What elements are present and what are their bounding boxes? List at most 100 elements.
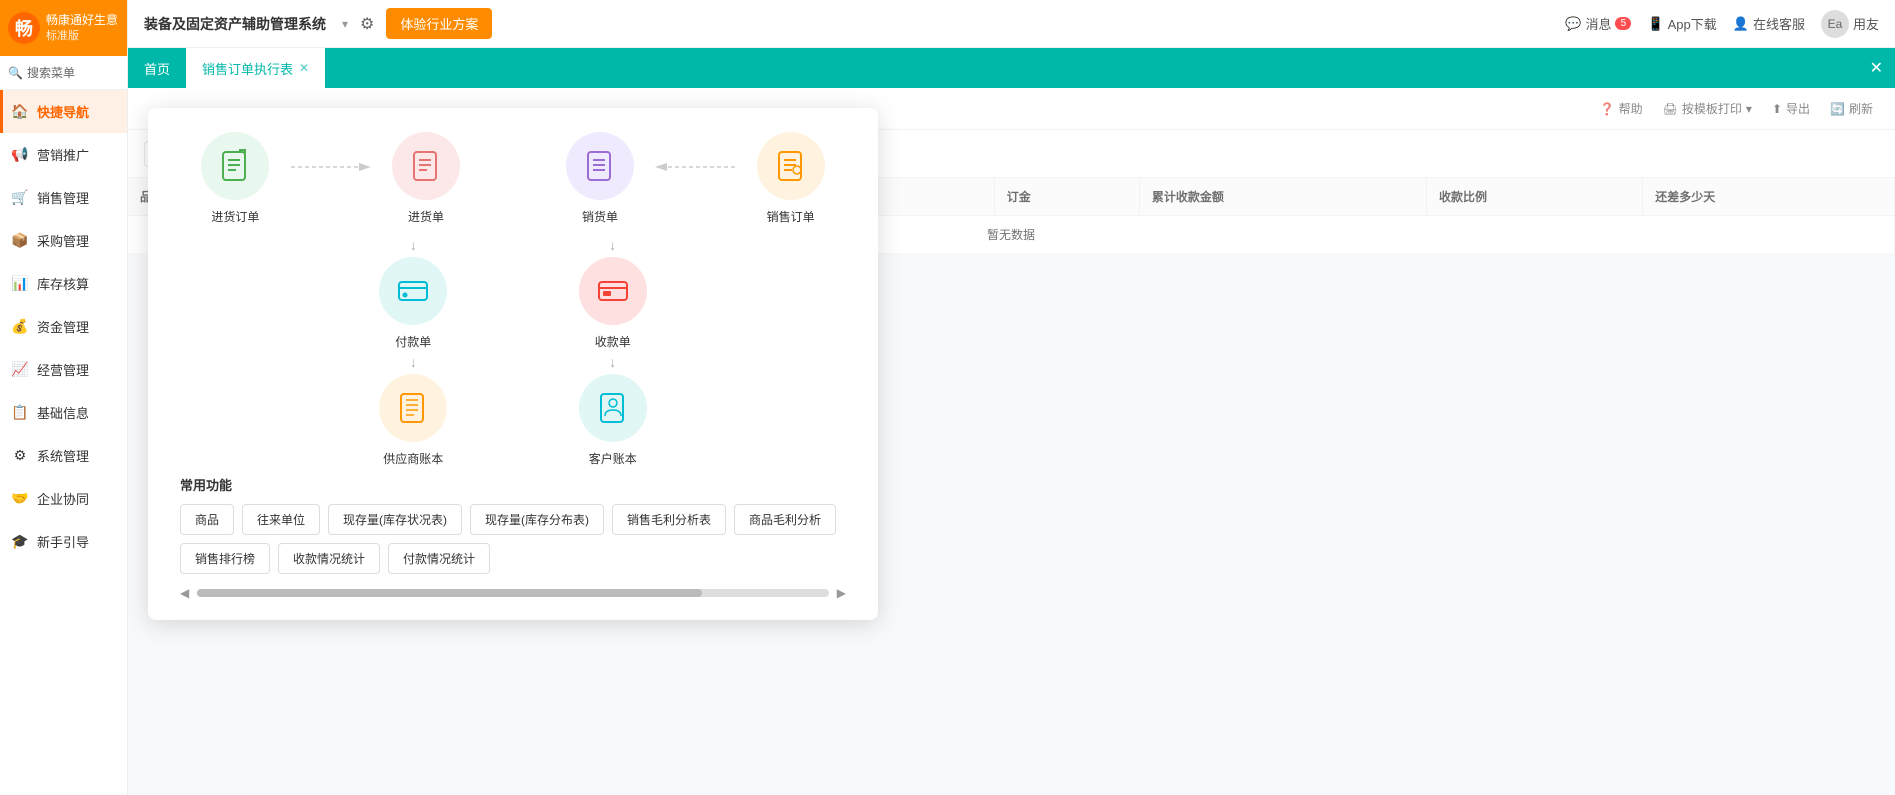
sidebar-item-label: 库存核算 bbox=[37, 274, 89, 293]
sidebar-item-marketing[interactable]: 📢 营销推广 bbox=[0, 133, 127, 176]
tab-home[interactable]: 首页 bbox=[128, 48, 186, 88]
func-btn-sales-gross[interactable]: 销售毛利分析表 bbox=[612, 504, 726, 535]
sales-order-label: 销售订单 bbox=[767, 208, 815, 225]
flow-purchase-order[interactable]: 进货订单 bbox=[180, 132, 291, 225]
func-btn-sales-rank[interactable]: 销售排行榜 bbox=[180, 543, 270, 574]
basic-info-icon: 📋 bbox=[11, 404, 29, 422]
receipt-bill-label: 收款单 bbox=[595, 333, 631, 350]
tab-bar: 首页 销售订单执行表 ✕ ✕ bbox=[128, 48, 1895, 88]
purchase-bill-label: 进货单 bbox=[408, 208, 444, 225]
sales-order-circle bbox=[757, 132, 825, 200]
func-btn-payment-stats[interactable]: 付款情况统计 bbox=[388, 543, 490, 574]
app-download-label: App下载 bbox=[1668, 14, 1717, 33]
sidebar-item-label: 快捷导航 bbox=[37, 102, 89, 121]
sidebar-item-label: 销售管理 bbox=[37, 188, 89, 207]
sidebar-item-sales[interactable]: 🛒 销售管理 bbox=[0, 176, 127, 219]
sidebar-search[interactable]: 🔍 搜索菜单 bbox=[0, 56, 127, 90]
sidebar-nav: 🏠 快捷导航 📢 营销推广 🛒 销售管理 📦 采购管理 📊 库存核算 💰 bbox=[0, 90, 127, 795]
scroll-thumb bbox=[197, 589, 702, 597]
sidebar-item-inventory[interactable]: 📊 库存核算 bbox=[0, 262, 127, 305]
scroll-left-icon[interactable]: ◀ bbox=[180, 586, 189, 600]
enterprise-icon: 🤝 bbox=[11, 490, 29, 508]
sidebar-item-label: 新手引导 bbox=[37, 532, 89, 551]
sidebar-item-quick-nav[interactable]: 🏠 快捷导航 bbox=[0, 90, 127, 133]
message-label: 消息 bbox=[1585, 14, 1611, 33]
func-btn-goods-gross[interactable]: 商品毛利分析 bbox=[734, 504, 836, 535]
func-btn-stock-dist[interactable]: 现存量(库存分布表) bbox=[470, 504, 604, 535]
scroll-right-icon[interactable]: ▶ bbox=[837, 586, 846, 600]
tab-close-icon[interactable]: ✕ bbox=[299, 61, 309, 75]
sidebar-item-finance[interactable]: 💰 资金管理 bbox=[0, 305, 127, 348]
sidebar-item-label: 营销推广 bbox=[37, 145, 89, 164]
sidebar-item-label: 企业协同 bbox=[37, 489, 89, 508]
flow-purchase-bill[interactable]: 进货单 bbox=[371, 132, 482, 225]
down-arrow-payment: ↓ bbox=[410, 354, 417, 370]
inventory-icon: 📊 bbox=[11, 275, 29, 293]
sidebar-item-label: 系统管理 bbox=[37, 446, 89, 465]
message-item[interactable]: 💬 消息 5 bbox=[1565, 14, 1631, 33]
supplier-ledger-circle bbox=[379, 374, 447, 442]
sidebar-item-label: 采购管理 bbox=[37, 231, 89, 250]
scroll-track[interactable] bbox=[197, 589, 829, 597]
tab-home-label: 首页 bbox=[144, 59, 170, 78]
logo-text: 畅康通好生意 标准版 bbox=[46, 13, 118, 43]
search-icon: 🔍 bbox=[8, 66, 23, 80]
sidebar-item-label: 基础信息 bbox=[37, 403, 89, 422]
sidebar-item-label: 资金管理 bbox=[37, 317, 89, 336]
func-btn-receipt-stats[interactable]: 收款情况统计 bbox=[278, 543, 380, 574]
sidebar-item-enterprise[interactable]: 🤝 企业协同 bbox=[0, 477, 127, 520]
flow-receipt-bill[interactable]: 收款单 bbox=[543, 257, 683, 350]
sidebar-item-purchase[interactable]: 📦 采购管理 bbox=[0, 219, 127, 262]
flow-supplier-ledger[interactable]: 供应商账本 bbox=[343, 374, 483, 467]
sidebar-item-basic-info[interactable]: 📋 基础信息 bbox=[0, 391, 127, 434]
experience-btn[interactable]: 体验行业方案 bbox=[386, 8, 492, 39]
func-btn-stock-status[interactable]: 现存量(库存状况表) bbox=[328, 504, 462, 535]
scroll-hint: ◀ ▶ bbox=[180, 582, 846, 600]
sidebar-logo: 畅 畅康通好生意 标准版 bbox=[0, 0, 127, 56]
modal-overlay: 进货订单 进货单 bbox=[128, 88, 1895, 795]
sales-icon: 🛒 bbox=[11, 189, 29, 207]
content-area: ❓ 帮助 🖨 按模板打印 ▾ ⬆ 导出 🔄 刷新 bbox=[128, 88, 1895, 795]
online-service-icon: 👤 bbox=[1733, 16, 1749, 32]
down-arrow-purchase: ↓ bbox=[410, 237, 417, 253]
modal-box: 进货订单 进货单 bbox=[148, 108, 878, 620]
func-buttons-row2: 销售排行榜 收款情况统计 付款情况统计 bbox=[180, 543, 846, 574]
flow-customer-ledger[interactable]: 客户账本 bbox=[543, 374, 683, 467]
flow-payment-bill[interactable]: 付款单 bbox=[343, 257, 483, 350]
tab-bar-close-icon[interactable]: ✕ bbox=[1870, 58, 1883, 78]
common-funcs: 常用功能 商品 往来单位 现存量(库存状况表) 现存量(库存分布表) 销售毛利分… bbox=[180, 475, 846, 574]
receipt-bill-circle bbox=[579, 257, 647, 325]
operations-icon: 📈 bbox=[11, 361, 29, 379]
purchase-icon: 📦 bbox=[11, 232, 29, 250]
logo-icon: 畅 bbox=[8, 12, 40, 44]
system-title: 装备及固定资产辅助管理系统 bbox=[144, 14, 326, 34]
tab-sales-orders-label: 销售订单执行表 bbox=[202, 59, 293, 78]
down-arrow-receipt: ↓ bbox=[609, 354, 616, 370]
sidebar-item-operations[interactable]: 📈 经营管理 bbox=[0, 348, 127, 391]
flow-sales-bill[interactable]: 销货单 bbox=[545, 132, 656, 225]
header-settings-icon[interactable]: ⚙ bbox=[360, 14, 374, 34]
online-service-item[interactable]: 👤 在线客服 bbox=[1733, 14, 1805, 33]
message-icon: 💬 bbox=[1565, 16, 1581, 32]
purchase-bill-circle bbox=[392, 132, 460, 200]
marketing-icon: 📢 bbox=[11, 146, 29, 164]
app-download-item[interactable]: 📱 App下载 bbox=[1647, 14, 1716, 33]
user-name: 用友 bbox=[1853, 14, 1879, 33]
func-btn-goods[interactable]: 商品 bbox=[180, 504, 234, 535]
flow-sales-order[interactable]: 销售订单 bbox=[735, 132, 846, 225]
logo-char: 畅 bbox=[15, 15, 33, 41]
user-item[interactable]: Ea 用友 bbox=[1821, 10, 1879, 38]
message-badge: 5 bbox=[1615, 17, 1631, 30]
top-header: 装备及固定资产辅助管理系统 ▾ ⚙ 体验行业方案 💬 消息 5 📱 App下载 … bbox=[128, 0, 1895, 48]
header-dropdown-icon[interactable]: ▾ bbox=[342, 17, 348, 31]
down-arrow-sales: ↓ bbox=[609, 237, 616, 253]
tab-sales-orders[interactable]: 销售订单执行表 ✕ bbox=[186, 48, 325, 88]
sales-bill-label: 销货单 bbox=[582, 208, 618, 225]
sidebar-item-guide[interactable]: 🎓 新手引导 bbox=[0, 520, 127, 563]
sidebar-item-label: 经营管理 bbox=[37, 360, 89, 379]
quick-nav-icon: 🏠 bbox=[11, 103, 29, 121]
sidebar-item-system[interactable]: ⚙ 系统管理 bbox=[0, 434, 127, 477]
header-right: 💬 消息 5 📱 App下载 👤 在线客服 Ea 用友 bbox=[1565, 10, 1879, 38]
purchase-order-label: 进货订单 bbox=[211, 208, 259, 225]
func-btn-contacts[interactable]: 往来单位 bbox=[242, 504, 320, 535]
